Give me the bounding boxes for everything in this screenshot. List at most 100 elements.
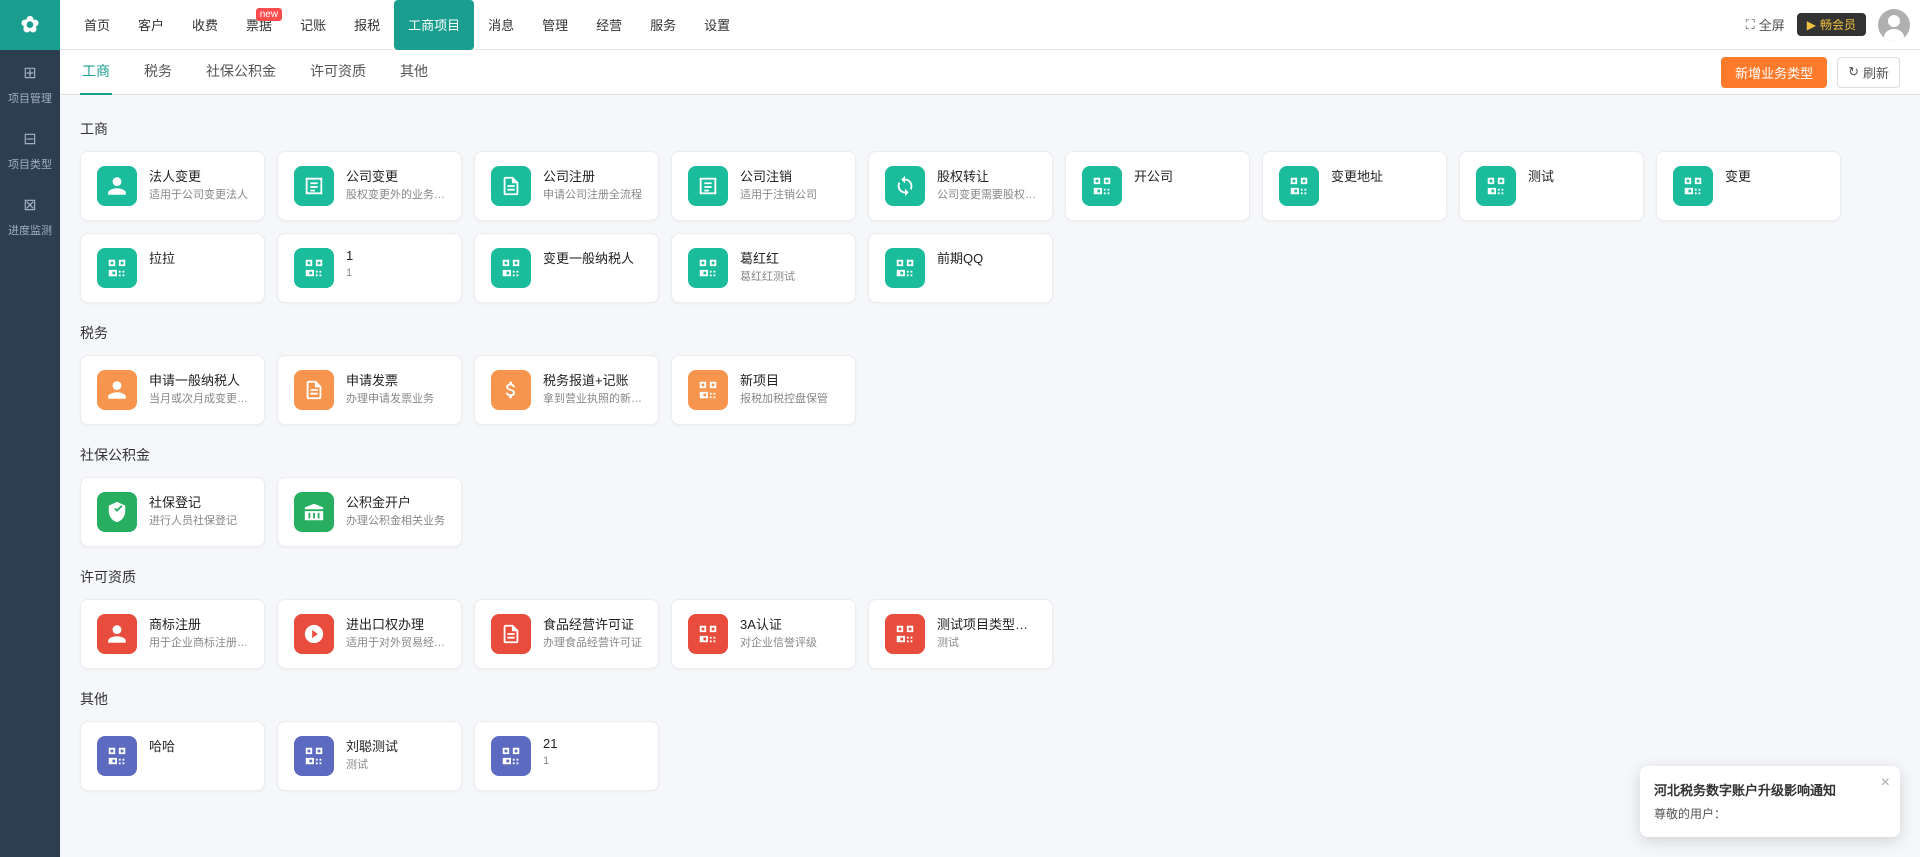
card-icon-lala: [97, 248, 137, 288]
card-info-company-cancel: 公司注销 适用于注销公司: [740, 166, 839, 203]
card-social-insurance[interactable]: 社保登记 进行人员社保登记: [80, 477, 265, 547]
card-desc: 葛红红测试: [740, 270, 839, 285]
card-icon-3a-cert: [688, 614, 728, 654]
card-name: 进出口权办理: [346, 614, 445, 633]
card-desc: 公司变更需要股权转让: [937, 188, 1036, 203]
card-desc: 适用于对外贸易经营者: [346, 636, 445, 651]
main-area: 首页 客户 收费 票据 new 记账 报税 工商项目 消息 管理 经营 服务 设…: [60, 0, 1920, 857]
notification-popup: × 河北税务数字账户升级影响通知 尊敬的用户：: [1640, 766, 1900, 837]
card-new-project[interactable]: 新项目 报税加税控盘保管: [671, 355, 856, 425]
card-desc: 办理公积金相关业务: [346, 514, 445, 529]
refresh-button[interactable]: ↻ 刷新: [1837, 57, 1900, 88]
sidebar-item-progress[interactable]: ⊠ 进度监测: [0, 182, 60, 248]
nav-tax[interactable]: 报税: [340, 0, 394, 50]
section-title-xuke: 许可资质: [80, 567, 1900, 587]
card-info-21: 21 1: [543, 736, 642, 769]
card-info-liucong-test: 刘聪测试 测试: [346, 736, 445, 773]
add-type-button[interactable]: 新增业务类型: [1721, 57, 1827, 88]
tab-shuiwu[interactable]: 税务: [142, 50, 174, 95]
card-one[interactable]: 1 1: [277, 233, 462, 303]
tab-list: 工商 税务 社保公积金 许可资质 其他: [80, 50, 430, 95]
card-equity-transfer[interactable]: 股权转让 公司变更需要股权转让: [868, 151, 1053, 221]
card-apply-taxpayer[interactable]: 申请一般纳税人 当月或次月成变更完成: [80, 355, 265, 425]
nav-billing[interactable]: 收费: [178, 0, 232, 50]
card-info-trademark: 商标注册 用于企业商标注册服务: [149, 614, 248, 651]
sidebar-item-label: 项目管理: [8, 90, 52, 106]
main-content: 工商 税务 社保公积金 许可资质 其他 新增业务类型 ↻ 刷新 工商: [60, 50, 1920, 857]
card-open-company[interactable]: 开公司: [1065, 151, 1250, 221]
card-info-apply-invoice: 申请发票 办理申请发票业务: [346, 370, 445, 407]
card-company-change[interactable]: 公司变更 股权变更外的业务变更: [277, 151, 462, 221]
card-desc: 报税加税控盘保管: [740, 392, 839, 407]
card-company-cancel[interactable]: 公司注销 适用于注销公司: [671, 151, 856, 221]
nav-settings[interactable]: 设置: [690, 0, 744, 50]
card-liucong-test[interactable]: 刘聪测试 测试: [277, 721, 462, 791]
card-change-address[interactable]: 变更地址: [1262, 151, 1447, 221]
notif-close-button[interactable]: ×: [1881, 774, 1890, 792]
card-haha[interactable]: 哈哈: [80, 721, 265, 791]
tab-shebao[interactable]: 社保公积金: [204, 50, 278, 95]
card-desc: 1: [543, 754, 642, 769]
card-provident-fund[interactable]: 公积金开户 办理公积金相关业务: [277, 477, 462, 547]
tab-xuke[interactable]: 许可资质: [308, 50, 368, 95]
nav-accounting[interactable]: 记账: [286, 0, 340, 50]
card-name: 葛红红: [740, 248, 839, 267]
refresh-icon: ↻: [1848, 64, 1859, 80]
avatar-image: [1878, 9, 1910, 41]
card-desc: 拿到营业执照的新公司: [543, 392, 642, 407]
nav-service[interactable]: 服务: [636, 0, 690, 50]
card-3a-cert[interactable]: 3A认证 对企业信誉评级: [671, 599, 856, 669]
card-test[interactable]: 测试: [1459, 151, 1644, 221]
sidebar-item-project-type[interactable]: ⊟ 项目类型: [0, 116, 60, 182]
section-title-shuiwu: 税务: [80, 323, 1900, 343]
user-avatar[interactable]: [1878, 9, 1910, 41]
tab-other[interactable]: 其他: [398, 50, 430, 95]
card-gehonghong[interactable]: 葛红红 葛红红测试: [671, 233, 856, 303]
card-icon-qianqi-qq: [885, 248, 925, 288]
sidebar-item-project-mgmt[interactable]: ⊞ 项目管理: [0, 50, 60, 116]
section-title-other: 其他: [80, 689, 1900, 709]
card-info-test: 测试: [1528, 166, 1627, 188]
card-tax-report-accounting[interactable]: 税务报道+记账 拿到营业执照的新公司: [474, 355, 659, 425]
card-test-custom-type[interactable]: 测试项目类型自定义 测试: [868, 599, 1053, 669]
card-icon-company-cancel: [688, 166, 728, 206]
card-import-export[interactable]: 进出口权办理 适用于对外贸易经营者: [277, 599, 462, 669]
card-trademark[interactable]: 商标注册 用于企业商标注册服务: [80, 599, 265, 669]
nav-message[interactable]: 消息: [474, 0, 528, 50]
card-info-change2: 变更: [1725, 166, 1824, 188]
card-info-new-project: 新项目 报税加税控盘保管: [740, 370, 839, 407]
card-21[interactable]: 21 1: [474, 721, 659, 791]
card-info-equity-transfer: 股权转让 公司变更需要股权转让: [937, 166, 1036, 203]
card-icon-21: [491, 736, 531, 776]
nav-client[interactable]: 客户: [124, 0, 178, 50]
card-change-taxpayer[interactable]: 变更一般纳税人: [474, 233, 659, 303]
card-info-legal-change: 法人变更 适用于公司变更法人: [149, 166, 248, 203]
card-icon-new-project: [688, 370, 728, 410]
card-desc: 适用于注销公司: [740, 188, 839, 203]
shebao-cards: 社保登记 进行人员社保登记 公积金开户 办理公积金相关业务: [80, 477, 1900, 547]
topbar-right: ⛶ 全屏 ▶ 畅会员: [1746, 9, 1910, 41]
card-desc: 测试: [937, 636, 1036, 651]
card-desc: 测试: [346, 758, 445, 773]
nav-invoice[interactable]: 票据 new: [232, 0, 286, 50]
card-name: 商标注册: [149, 614, 248, 633]
nav-manage[interactable]: 管理: [528, 0, 582, 50]
nav-bizreg[interactable]: 工商项目: [394, 0, 474, 50]
card-food-license[interactable]: 食品经营许可证 办理食品经营许可证: [474, 599, 659, 669]
card-apply-invoice[interactable]: 申请发票 办理申请发票业务: [277, 355, 462, 425]
card-desc: 当月或次月成变更完成: [149, 392, 248, 407]
card-company-register[interactable]: 公司注册 申请公司注册全流程: [474, 151, 659, 221]
app-logo[interactable]: ✿: [0, 0, 60, 50]
vip-button[interactable]: ▶ 畅会员: [1797, 13, 1866, 36]
card-change2[interactable]: 变更: [1656, 151, 1841, 221]
nav-home[interactable]: 首页: [70, 0, 124, 50]
card-legal-change[interactable]: 法人变更 适用于公司变更法人: [80, 151, 265, 221]
card-lala[interactable]: 拉拉: [80, 233, 265, 303]
card-info-gehonghong: 葛红红 葛红红测试: [740, 248, 839, 285]
tab-gongshang[interactable]: 工商: [80, 50, 112, 95]
card-icon-company-change: [294, 166, 334, 206]
fullscreen-btn[interactable]: ⛶ 全屏: [1746, 15, 1785, 34]
card-qianqi-qq[interactable]: 前期QQ: [868, 233, 1053, 303]
nav-operation[interactable]: 经营: [582, 0, 636, 50]
card-info-open-company: 开公司: [1134, 166, 1233, 188]
